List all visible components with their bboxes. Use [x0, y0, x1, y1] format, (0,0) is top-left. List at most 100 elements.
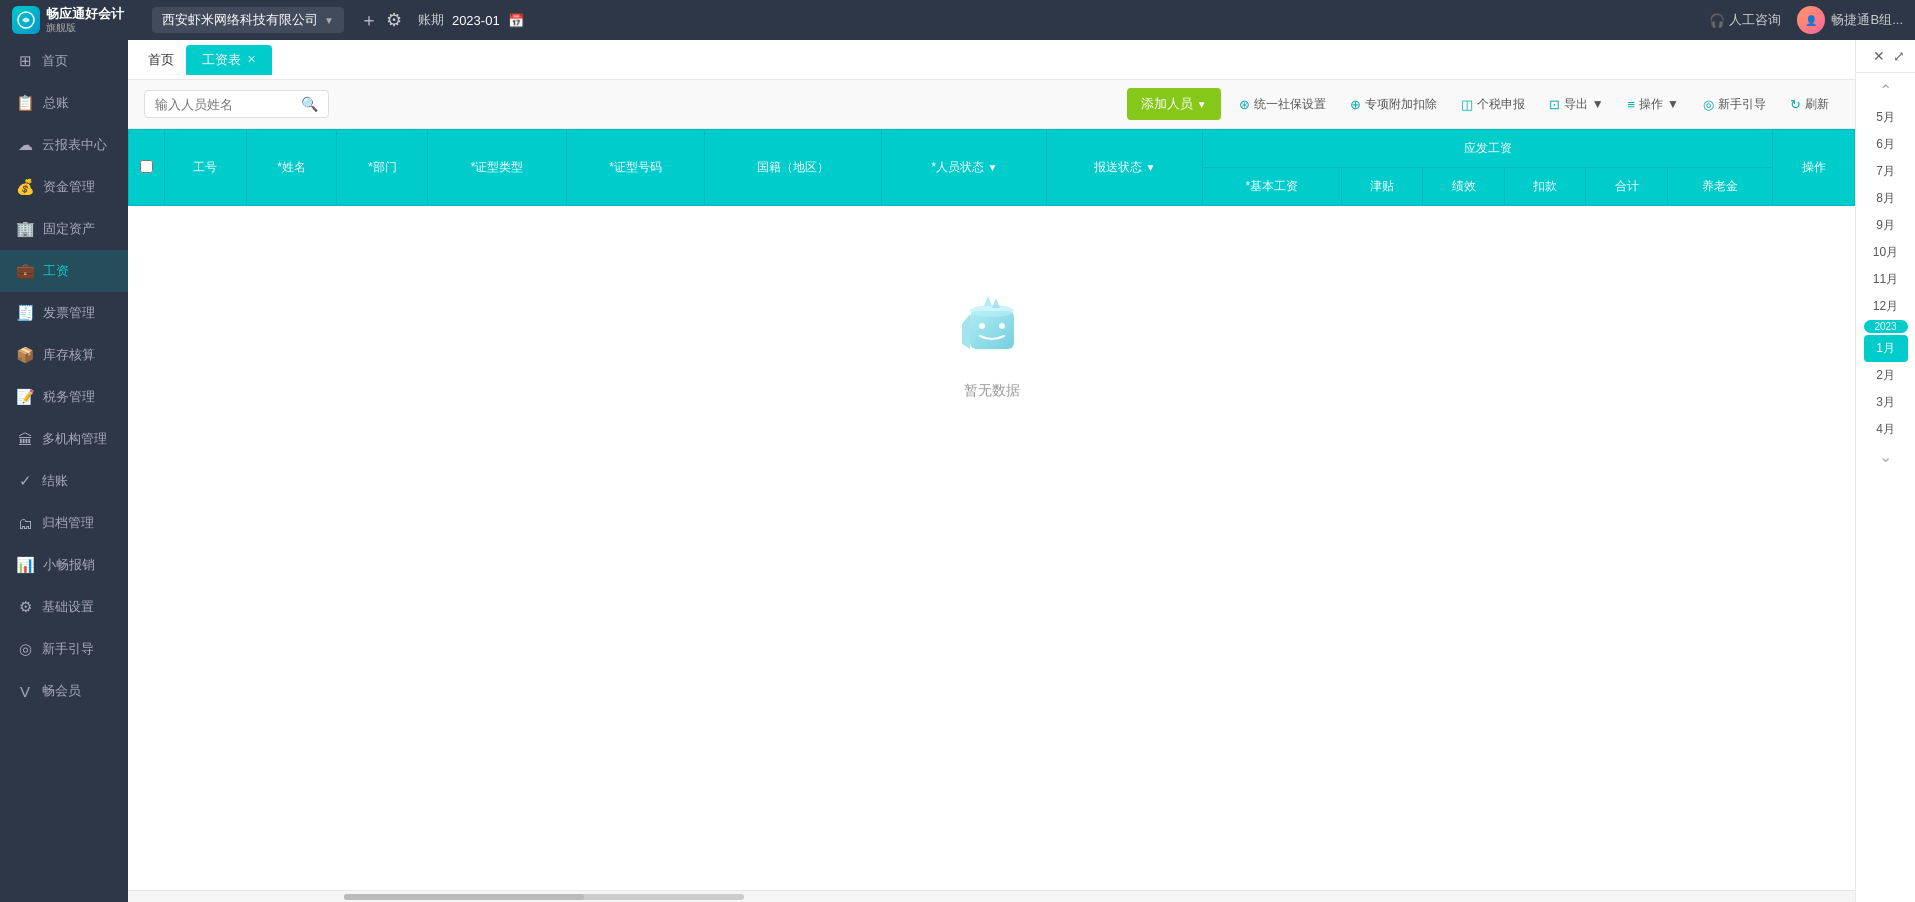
sidebar-item-report[interactable]: ☁ 云报表中心 — [0, 124, 128, 166]
deduction-icon: ⊕ — [1350, 97, 1361, 112]
svg-point-3 — [999, 323, 1005, 329]
sidebar-item-home[interactable]: ⊞ 首页 — [0, 40, 128, 82]
header-salary-group: 应发工资 — [1203, 130, 1773, 168]
tab-salary-close[interactable]: ✕ — [247, 53, 256, 66]
add-person-button[interactable]: 添加人员 ▼ — [1127, 88, 1221, 120]
sidebar-item-invoice[interactable]: 🧾 发票管理 — [0, 292, 128, 334]
month-item-10[interactable]: 10月 — [1864, 239, 1908, 266]
sidebar-item-settle[interactable]: ✓ 结账 — [0, 460, 128, 502]
export-dropdown-arrow: ▼ — [1592, 97, 1604, 111]
logo-area: 畅应通好会计 旗舰版 — [12, 6, 132, 34]
year-month-list: ⌃ 5月 6月 7月 8月 9月 10月 11月 12月 2023 1月 2月 … — [1856, 73, 1915, 902]
sidebar-item-ledger[interactable]: 📋 总账 — [0, 82, 128, 124]
sidebar-label-ledger: 总账 — [43, 94, 69, 112]
tab-home[interactable]: 首页 — [136, 45, 186, 75]
app-name: 畅应通好会计 — [46, 6, 124, 22]
month-item-8[interactable]: 8月 — [1864, 185, 1908, 212]
export-label: 导出 — [1564, 96, 1588, 113]
sidebar-label-guide: 新手引导 — [42, 640, 94, 658]
header-performance: 绩效 — [1423, 168, 1505, 206]
user-btn[interactable]: 👤 畅捷通B组... — [1797, 6, 1903, 34]
operation-btn[interactable]: ≡ 操作 ▼ — [1618, 91, 1689, 118]
svg-marker-5 — [984, 296, 992, 306]
social-insurance-label: 统一社保设置 — [1254, 96, 1326, 113]
company-selector[interactable]: 西安虾米网络科技有限公司 ▼ — [152, 7, 344, 33]
panel-expand-btn[interactable]: ⤢ — [1891, 46, 1907, 66]
month-item-9[interactable]: 9月 — [1864, 212, 1908, 239]
tab-home-label: 首页 — [148, 51, 174, 69]
table-scrollbar[interactable] — [128, 890, 1855, 902]
sidebar-item-asset[interactable]: 🏢 固定资产 — [0, 208, 128, 250]
search-box[interactable]: 🔍 — [144, 90, 329, 118]
period-value: 2023-01 — [452, 13, 500, 28]
month-item-11[interactable]: 11月 — [1864, 266, 1908, 293]
tax-report-btn[interactable]: ◫ 个税申报 — [1451, 91, 1535, 118]
service-label: 人工咨询 — [1729, 11, 1781, 29]
salary-table: 工号 *姓名 *部门 *证型类型 *证型号码 国籍（地区） *人员状态 ▼ 报送… — [128, 129, 1855, 480]
export-icon: ⊡ — [1549, 97, 1560, 112]
add-person-label: 添加人员 — [1141, 95, 1193, 113]
sidebar-label-tax: 税务管理 — [43, 388, 95, 406]
guide-icon: ◎ — [16, 640, 34, 658]
tab-salary[interactable]: 工资表 ✕ — [186, 45, 272, 75]
sidebar-item-guide[interactable]: ◎ 新手引导 — [0, 628, 128, 670]
month-item-2023-4[interactable]: 4月 — [1864, 416, 1908, 443]
year-nav-up[interactable]: ⌃ — [1875, 77, 1896, 104]
sidebar-item-inventory[interactable]: 📦 库存核算 — [0, 334, 128, 376]
search-input[interactable] — [155, 97, 295, 112]
ledger-icon: 📋 — [16, 94, 35, 112]
sidebar-item-multi-org[interactable]: 🏛 多机构管理 — [0, 418, 128, 460]
month-item-12[interactable]: 12月 — [1864, 293, 1908, 320]
refresh-btn[interactable]: ↻ 刷新 — [1780, 91, 1839, 118]
month-item-7[interactable]: 7月 — [1864, 158, 1908, 185]
deduction-btn[interactable]: ⊕ 专项附加扣除 — [1340, 91, 1447, 118]
settings-button[interactable]: ⚙ — [386, 9, 402, 31]
sidebar-label-report: 云报表中心 — [42, 136, 107, 154]
app-logo-icon — [12, 6, 40, 34]
empty-state: 暂无数据 — [129, 206, 1855, 480]
sidebar-item-fund[interactable]: 💰 资金管理 — [0, 166, 128, 208]
period-info: 账期 2023-01 📅 — [418, 11, 524, 29]
user-name: 畅捷通B组... — [1831, 11, 1903, 29]
settings-icon: ⚙ — [16, 598, 34, 616]
sidebar-item-expense[interactable]: 📊 小畅报销 — [0, 544, 128, 586]
header-total: 合计 — [1586, 168, 1668, 206]
add-button[interactable]: ＋ — [360, 8, 378, 32]
month-item-5[interactable]: 5月 — [1864, 104, 1908, 131]
report-icon: ☁ — [16, 136, 34, 154]
header-cert-no: *证型号码 — [566, 130, 705, 206]
calendar-icon[interactable]: 📅 — [508, 13, 524, 28]
sidebar-item-tax[interactable]: 📝 税务管理 — [0, 376, 128, 418]
year-nav-down[interactable]: ⌄ — [1875, 443, 1896, 470]
asset-icon: 🏢 — [16, 220, 35, 238]
sidebar-item-vip[interactable]: V 畅会员 — [0, 670, 128, 712]
month-item-2023-1[interactable]: 1月 — [1864, 335, 1908, 362]
sidebar: ⊞ 首页 📋 总账 ☁ 云报表中心 💰 资金管理 🏢 固定资产 💼 工资 🧾 发… — [0, 40, 128, 902]
sidebar-item-salary[interactable]: 💼 工资 — [0, 250, 128, 292]
export-btn[interactable]: ⊡ 导出 ▼ — [1539, 91, 1614, 118]
invoice-icon: 🧾 — [16, 304, 35, 322]
sidebar-label-expense: 小畅报销 — [43, 556, 95, 574]
sidebar-label-home: 首页 — [42, 52, 68, 70]
toolbar-actions: ⊛ 统一社保设置 ⊕ 专项附加扣除 ◫ 个税申报 ⊡ 导出 ▼ ≡ — [1229, 91, 1839, 118]
select-all-checkbox[interactable] — [140, 160, 153, 173]
content-area: 首页 工资表 ✕ 🔍 添加人员 ▼ ⊛ 统一社保设置 — [128, 40, 1855, 902]
social-insurance-btn[interactable]: ⊛ 统一社保设置 — [1229, 91, 1336, 118]
sidebar-item-settings[interactable]: ⚙ 基础设置 — [0, 586, 128, 628]
sidebar-item-archive[interactable]: 🗂 归档管理 — [0, 502, 128, 544]
month-item-2023-3[interactable]: 3月 — [1864, 389, 1908, 416]
status-filter-icon[interactable]: ▼ — [988, 162, 998, 173]
top-header: 畅应通好会计 旗舰版 西安虾米网络科技有限公司 ▼ ＋ ⚙ 账期 2023-01… — [0, 0, 1915, 40]
expense-icon: 📊 — [16, 556, 35, 574]
report-filter-icon[interactable]: ▼ — [1145, 162, 1155, 173]
guide-btn[interactable]: ◎ 新手引导 — [1693, 91, 1776, 118]
guide-icon-toolbar: ◎ — [1703, 97, 1714, 112]
month-item-2023-2[interactable]: 2月 — [1864, 362, 1908, 389]
panel-close-btn[interactable]: ✕ — [1871, 46, 1887, 66]
sidebar-label-archive: 归档管理 — [42, 514, 94, 532]
logo-text: 畅应通好会计 旗舰版 — [46, 6, 124, 34]
month-item-6[interactable]: 6月 — [1864, 131, 1908, 158]
toolbar: 🔍 添加人员 ▼ ⊛ 统一社保设置 ⊕ 专项附加扣除 ◫ 个税申报 — [128, 80, 1855, 129]
tax-icon: 📝 — [16, 388, 35, 406]
service-btn[interactable]: 🎧 人工咨询 — [1709, 11, 1781, 29]
